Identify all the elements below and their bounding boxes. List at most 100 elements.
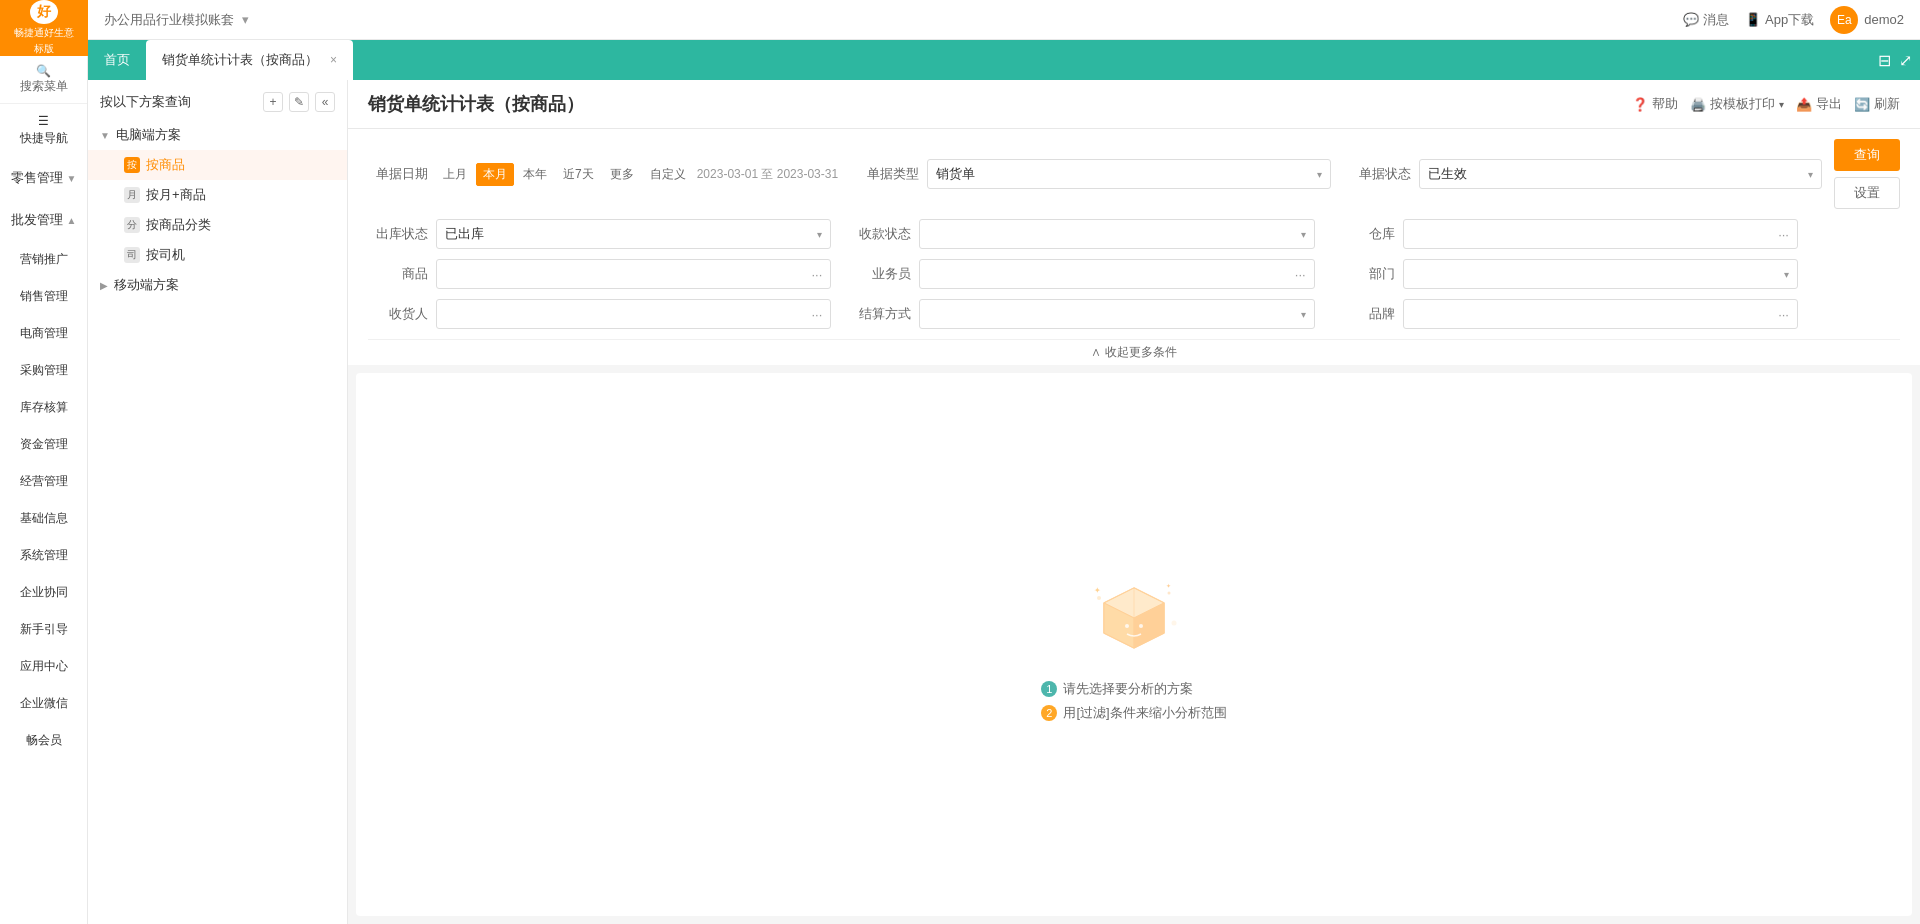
date-btn-custom[interactable]: 自定义 [643,163,693,186]
settings-btn[interactable]: 设置 [1834,177,1900,209]
sidebar-item-system[interactable]: 系统管理 [0,537,87,574]
tab-home[interactable]: 首页 [88,40,146,80]
sidebar-item-finance[interactable]: 资金管理 [0,426,87,463]
sidebar-item-purchase[interactable]: 采购管理 [0,352,87,389]
quicknav-label: 快捷导航 [20,130,68,147]
svg-point-7 [1097,596,1101,600]
warehouse-label: 仓库 [1335,225,1395,243]
retail-arrow: ▼ [67,173,77,184]
receiver-control[interactable]: ··· [436,299,831,329]
user-info[interactable]: Ea demo2 [1830,6,1904,34]
sidebar-item-newguide[interactable]: 新手引导 [0,611,87,648]
tab-expand-icon[interactable]: ⤢ [1899,51,1912,70]
left-panel: 按以下方案查询 + ✎ « ▼ 电脑端方案 [88,80,348,924]
tab-sales-stats[interactable]: 销货单统计计表（按商品） × [146,40,353,80]
type-control[interactable]: 销货单 ▾ [927,159,1330,189]
sidebar-item-ops[interactable]: 经营管理 [0,463,87,500]
tree-item-driver[interactable]: 司 按司机 [88,240,347,270]
print-btn[interactable]: 🖨️ 按模板打印 ▾ [1690,95,1784,113]
collapse-icon: « [322,95,329,109]
tab-minimize-icon[interactable]: ⊟ [1878,51,1891,70]
msg-btn[interactable]: 💬 消息 [1683,11,1729,29]
payment-control[interactable]: ▾ [919,219,1314,249]
receiver-dots: ··· [811,307,822,322]
date-btn-lastmonth[interactable]: 上月 [436,163,474,186]
dept-label: 部门 [1335,265,1395,283]
staff-control[interactable]: ··· [919,259,1314,289]
filter-row-1: 单据日期 上月 本月 本年 近7天 更多 自定义 2023-03-01 至 20… [368,139,1900,209]
sidebar-item-corpwx[interactable]: 企业微信 [0,685,87,722]
empty-box-svg: ✦ ✦ [1084,568,1184,668]
ops-label: 经营管理 [20,473,68,490]
msg-label: 消息 [1703,11,1729,29]
sidebar-item-retail[interactable]: 零售管理 ▼ [0,157,87,199]
brand-control[interactable]: ··· [1403,299,1798,329]
print-label: 按模板打印 [1710,95,1775,113]
tree-section-desktop[interactable]: ▼ 电脑端方案 [88,120,347,150]
sidebar: 好 畅捷通好生意 标版 🔍 搜索菜单 ☰ 快捷导航 零售管理 ▼ 批发管理 ▲ … [0,0,88,924]
dept-control[interactable]: ▾ [1403,259,1798,289]
tree-icon-by-goods: 按 [124,157,140,173]
out-status-control[interactable]: 已出库 ▾ [436,219,831,249]
header-right: 💬 消息 📱 App下载 Ea demo2 [1683,6,1904,34]
query-buttons: 查询 设置 [1834,139,1900,209]
sidebar-item-sales[interactable]: 销售管理 [0,278,87,315]
wholesale-label: 批发管理 [11,211,63,229]
search-menu[interactable]: 🔍 搜索菜单 [0,56,87,104]
sidebar-item-ecommerce[interactable]: 电商管理 [0,315,87,352]
refresh-btn[interactable]: 🔄 刷新 [1854,95,1900,113]
sidebar-item-marketing[interactable]: 营销推广 [0,241,87,278]
sidebar-item-inventory[interactable]: 库存核算 [0,389,87,426]
date-btn-more[interactable]: 更多 [603,163,641,186]
help-btn[interactable]: ❓ 帮助 [1632,95,1678,113]
edit-scheme-btn[interactable]: ✎ [289,92,309,112]
empty-state: ✦ ✦ 1 请先选择要分析的方案 2 用[过滤]条件来缩小分析范围 [1041,568,1226,722]
settlement-control[interactable]: ▾ [919,299,1314,329]
tree-label-driver: 按司机 [146,246,185,264]
tree-label-by-goods: 按商品 [146,156,185,174]
export-btn[interactable]: 📤 导出 [1796,95,1842,113]
tip-text-2: 用[过滤]条件来缩小分析范围 [1063,704,1226,722]
filter-area: 单据日期 上月 本月 本年 近7天 更多 自定义 2023-03-01 至 20… [348,129,1920,365]
print-arrow: ▾ [1779,99,1784,110]
date-btn-7days[interactable]: 近7天 [556,163,601,186]
tree-item-by-goods[interactable]: 按 按商品 [88,150,347,180]
print-icon: 🖨️ [1690,97,1706,112]
industry-dropdown-icon[interactable]: ▾ [242,12,249,27]
sidebar-item-base[interactable]: 基础信息 [0,500,87,537]
warehouse-control[interactable]: ··· [1403,219,1798,249]
collapse-panel-btn[interactable]: « [315,92,335,112]
logo[interactable]: 好 畅捷通好生意 标版 [0,0,88,56]
sidebar-item-vip[interactable]: 畅会员 [0,722,87,759]
staff-dots: ··· [1295,267,1306,282]
tip-dot-2: 2 [1041,705,1057,721]
ecommerce-label: 电商管理 [20,325,68,342]
status-value: 已生效 [1428,165,1467,183]
tree-item-goods-category[interactable]: 分 按商品分类 [88,210,347,240]
sidebar-item-wholesale[interactable]: 批发管理 ▲ [0,199,87,241]
tree-item-month-goods[interactable]: 月 按月+商品 [88,180,347,210]
goods-control[interactable]: ··· [436,259,831,289]
settlement-arrow: ▾ [1301,309,1306,320]
sidebar-item-quicknav[interactable]: ☰ 快捷导航 [0,104,87,157]
status-control[interactable]: 已生效 ▾ [1419,159,1822,189]
app-download-btn[interactable]: 📱 App下载 [1745,11,1814,29]
corpwx-label: 企业微信 [20,695,68,712]
collapse-btn[interactable]: ∧ 收起更多条件 [368,339,1900,365]
inventory-label: 库存核算 [20,399,68,416]
sidebar-item-appcenter[interactable]: 应用中心 [0,648,87,685]
sidebar-item-enterprise[interactable]: 企业协同 [0,574,87,611]
add-scheme-btn[interactable]: + [263,92,283,112]
date-btn-thisyear[interactable]: 本年 [516,163,554,186]
filter-field-payment: 收款状态 ▾ [851,219,1314,249]
filter-field-date: 单据日期 上月 本月 本年 近7天 更多 自定义 2023-03-01 至 20… [368,163,839,186]
vip-label: 畅会员 [26,732,62,749]
tab-close-icon[interactable]: × [330,53,337,67]
date-btn-thismonth[interactable]: 本月 [476,163,514,186]
tree-section-mobile[interactable]: ▶ 移动端方案 [88,270,347,300]
filter-field-receiver: 收货人 ··· [368,299,831,329]
settlement-label: 结算方式 [851,305,911,323]
query-btn[interactable]: 查询 [1834,139,1900,171]
goods-dots: ··· [811,267,822,282]
marketing-label: 营销推广 [20,251,68,268]
